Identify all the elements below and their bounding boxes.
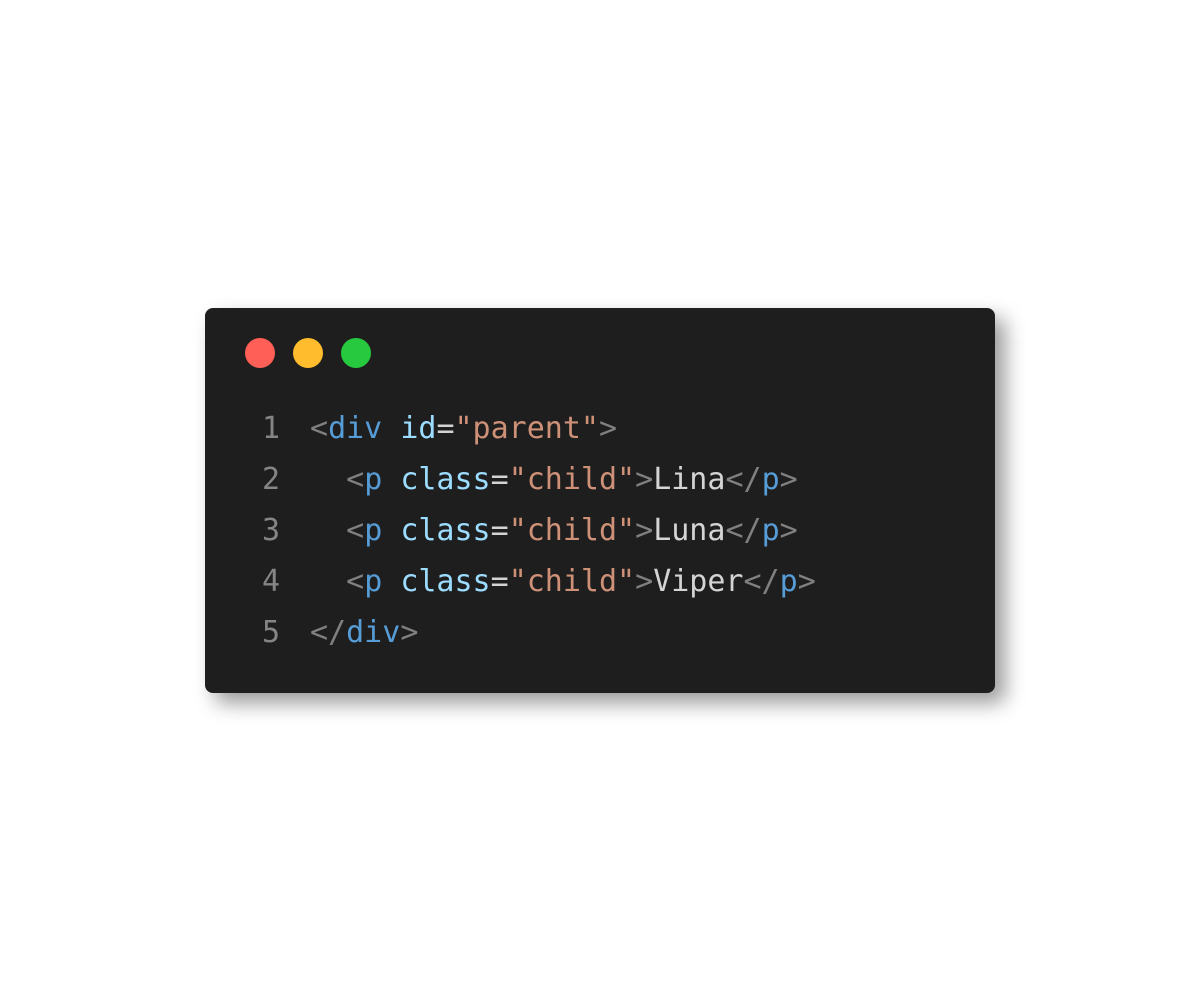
code-content: 1 <div id="parent"> 2 <p class="child">L… (240, 403, 960, 658)
line-number: 5 (240, 607, 280, 658)
code-editor-window: 1 <div id="parent"> 2 <p class="child">L… (205, 308, 995, 693)
code-text: <div id="parent"> (310, 403, 617, 454)
line-number: 2 (240, 454, 280, 505)
code-line: 1 <div id="parent"> (240, 403, 960, 454)
maximize-icon[interactable] (341, 338, 371, 368)
code-line: 5 </div> (240, 607, 960, 658)
code-text: </div> (310, 607, 418, 658)
window-controls (240, 338, 960, 368)
code-text: <p class="child">Viper</p> (310, 556, 816, 607)
code-text: <p class="child">Lina</p> (310, 454, 798, 505)
close-icon[interactable] (245, 338, 275, 368)
line-number: 3 (240, 505, 280, 556)
line-number: 1 (240, 403, 280, 454)
minimize-icon[interactable] (293, 338, 323, 368)
line-number: 4 (240, 556, 280, 607)
code-line: 2 <p class="child">Lina</p> (240, 454, 960, 505)
code-text: <p class="child">Luna</p> (310, 505, 798, 556)
code-line: 3 <p class="child">Luna</p> (240, 505, 960, 556)
code-line: 4 <p class="child">Viper</p> (240, 556, 960, 607)
